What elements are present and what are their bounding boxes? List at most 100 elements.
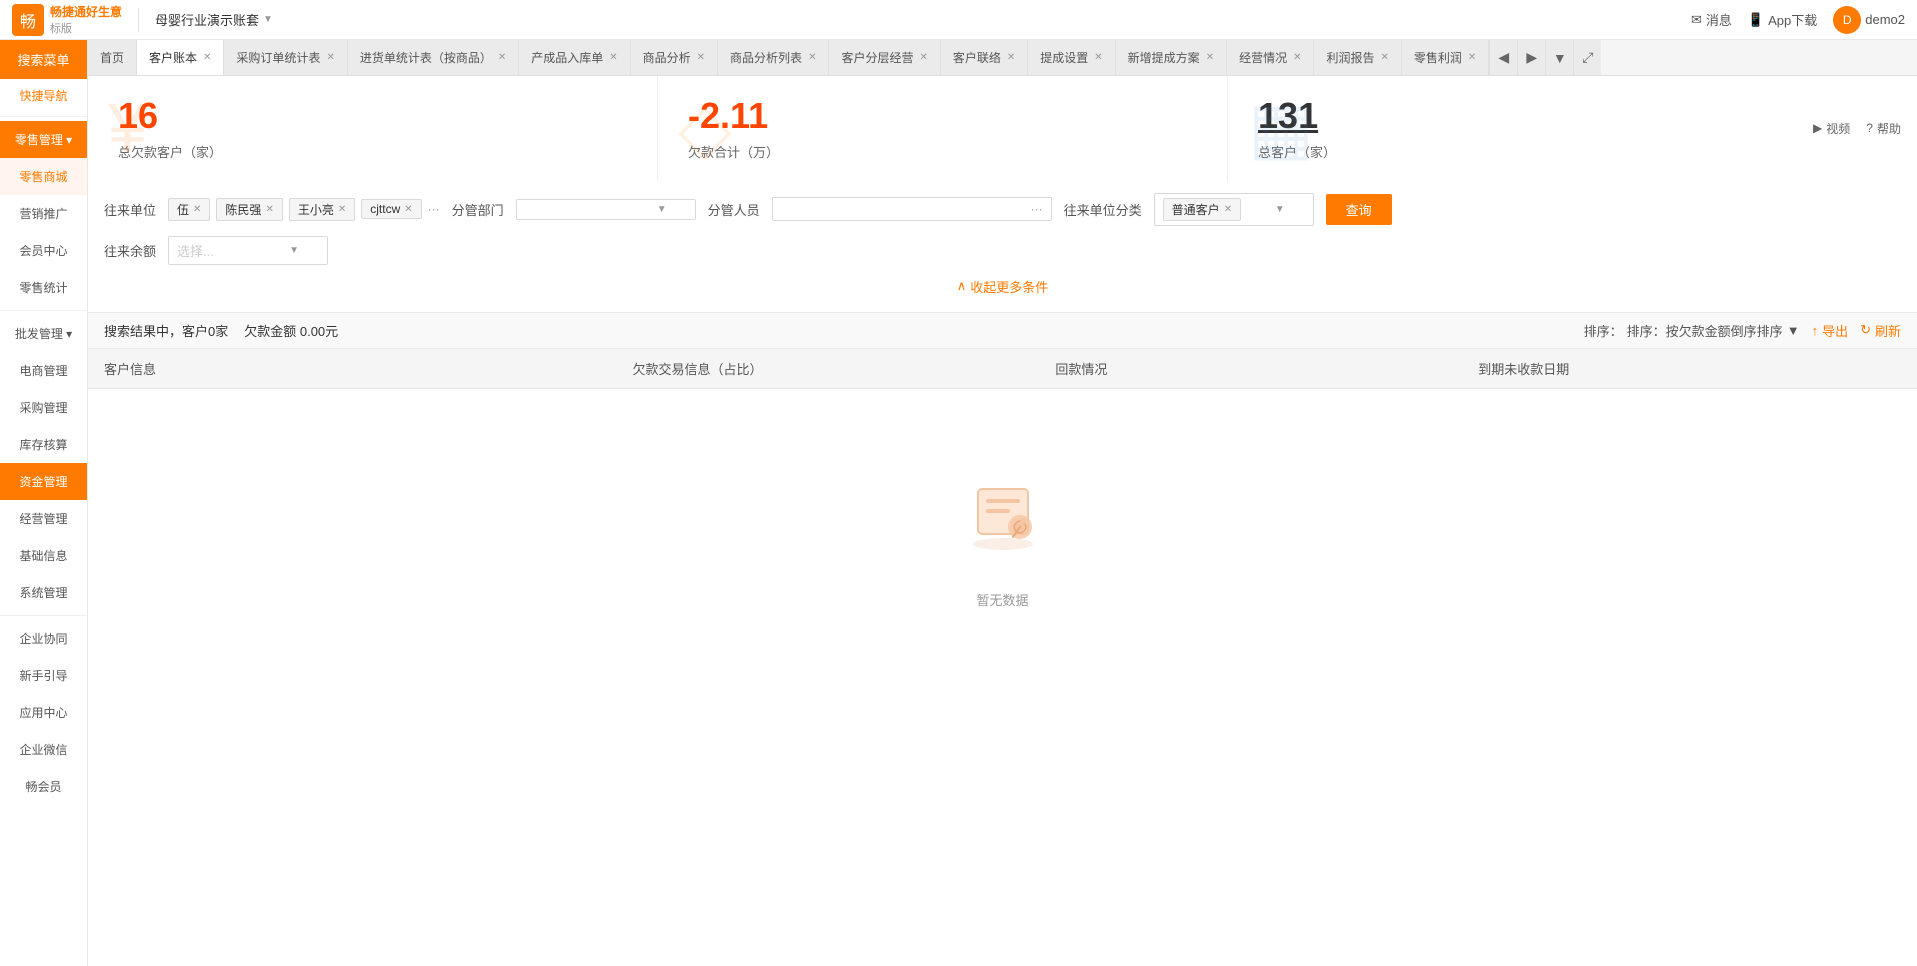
sidebar-item-ops[interactable]: 经营管理	[0, 500, 87, 537]
sidebar-item-marketing[interactable]: 营销推广	[0, 195, 87, 232]
logo-text: 畅捷通好生意 标版	[50, 3, 122, 36]
tab-home[interactable]: 首页	[88, 40, 137, 76]
tab-profit-report[interactable]: 利润报告 ✕	[1314, 40, 1401, 76]
video-link[interactable]: ▶ 视频	[1813, 120, 1850, 137]
tab-scroll-left[interactable]: ◀	[1489, 40, 1517, 76]
result-amount: 欠款金额 0.00元	[244, 321, 338, 340]
tab-customer-contact[interactable]: 客户联络 ✕	[941, 40, 1028, 76]
sidebar-item-retail-stats[interactable]: 零售统计	[0, 269, 87, 306]
sidebar-item-enterprise-wechat[interactable]: 企业微信	[0, 731, 87, 768]
chevron-down-icon: ▼	[263, 14, 273, 25]
message-icon: ✉	[1691, 12, 1702, 28]
tab-bar: 首页 客户账本 ✕ 采购订单统计表 ✕ 进货单统计表（按商品） ✕ 产成品入库单…	[88, 40, 1917, 76]
tab-close-product-analysis[interactable]: ✕	[697, 52, 705, 63]
tab-close-purchase-order[interactable]: ✕	[326, 52, 334, 63]
col-header-customer: 客户信息	[104, 359, 633, 378]
sidebar-item-ecommerce[interactable]: 电商管理	[0, 352, 87, 389]
messages-button[interactable]: ✉ 消息	[1691, 10, 1732, 29]
quick-nav-button[interactable]: 快捷导航	[0, 79, 87, 112]
filter-select-dept[interactable]: ▼	[516, 199, 696, 220]
tab-close-customer-contact[interactable]: ✕	[1007, 52, 1015, 63]
sidebar-item-purchase[interactable]: 采购管理	[0, 389, 87, 426]
tab-promotion-settings[interactable]: 提成设置 ✕	[1028, 40, 1115, 76]
tab-close-purchase-stats[interactable]: ✕	[498, 52, 506, 63]
filter-select-balance[interactable]: 选择... ▼	[168, 236, 328, 265]
top-bar-right: ✉ 消息 📱 App下载 D demo2	[1691, 6, 1905, 34]
tab-new-promotion[interactable]: 新增提成方案 ✕	[1116, 40, 1227, 76]
tab-product-analysis[interactable]: 商品分析 ✕	[631, 40, 718, 76]
filter-tag-close-chen[interactable]: ✕	[265, 204, 273, 215]
stat-card-debt: ◇ -2.11 欠款合计（万）	[658, 76, 1228, 181]
sidebar-item-new-guide[interactable]: 新手引导	[0, 657, 87, 694]
chevron-down-icon: ▼	[657, 204, 667, 215]
filter-tag-label: 王小亮	[298, 201, 334, 218]
filter-tag-close-wang[interactable]: ✕	[338, 204, 346, 215]
tab-close-product-analysis-list[interactable]: ✕	[808, 52, 816, 63]
tab-product-inbound[interactable]: 产成品入库单 ✕	[519, 40, 630, 76]
collapse-button[interactable]: ∧ 收起更多条件	[104, 273, 1901, 300]
page-content: ¥ 16 总欠款客户（家） ◇ -2.11 欠款合计（万） ▦ 131 总客	[88, 76, 1917, 966]
chevron-up-icon: ∧	[957, 278, 967, 294]
refresh-icon: ↻	[1860, 322, 1871, 338]
tab-close-product-inbound[interactable]: ✕	[609, 52, 617, 63]
col-header-repayment: 回款情况	[1055, 359, 1478, 378]
sort-select[interactable]: 排序： 排序：按欠款金额倒序排序 ▼	[1584, 321, 1800, 340]
sidebar-item-retail-store[interactable]: 零售商城	[0, 158, 87, 195]
export-button[interactable]: ↑ 导出	[1812, 321, 1849, 340]
sidebar-item-enterprise-coop[interactable]: 企业协同	[0, 620, 87, 657]
empty-icon	[958, 469, 1048, 578]
company-selector[interactable]: 母婴行业演示账套 ▼	[155, 10, 273, 29]
sidebar-item-retail-mgmt[interactable]: 零售管理 ▾	[0, 121, 87, 158]
sidebar-item-app-center[interactable]: 应用中心	[0, 694, 87, 731]
top-actions: ▶ 视频 ? 帮助	[1797, 76, 1917, 181]
tab-customer-tier[interactable]: 客户分层经营 ✕	[829, 40, 940, 76]
tab-close-customer-accounts[interactable]: ✕	[203, 52, 211, 63]
tab-close-retail-profit[interactable]: ✕	[1468, 52, 1476, 63]
help-link[interactable]: ? 帮助	[1866, 120, 1901, 137]
avatar: D	[1833, 6, 1861, 34]
filter-select-category[interactable]: 普通客户 ✕ ▼	[1154, 193, 1314, 226]
tab-retail-profit[interactable]: 零售利润 ✕	[1402, 40, 1489, 76]
tab-customer-accounts[interactable]: 客户账本 ✕	[137, 40, 224, 76]
tab-scroll-right[interactable]: ▶	[1517, 40, 1545, 76]
search-result-row: 搜索结果中，客户0家 欠款金额 0.00元 排序： 排序：按欠款金额倒序排序 ▼…	[88, 313, 1917, 349]
filter-tag-close-cjttcw[interactable]: ✕	[404, 204, 412, 215]
tab-business-status[interactable]: 经营情况 ✕	[1227, 40, 1314, 76]
tab-more[interactable]: ▼	[1545, 40, 1573, 76]
tab-purchase-order[interactable]: 采购订单统计表 ✕	[224, 40, 347, 76]
filter-row-2: 往来余额 选择... ▼	[104, 236, 1901, 265]
sidebar-item-inventory[interactable]: 库存核算	[0, 426, 87, 463]
tab-product-analysis-list[interactable]: 商品分析列表 ✕	[718, 40, 829, 76]
filter-tag-more[interactable]: ···	[428, 202, 440, 216]
query-button[interactable]: 查询	[1326, 194, 1392, 225]
tab-close-promotion-settings[interactable]: ✕	[1094, 52, 1102, 63]
sidebar-item-basic-info[interactable]: 基础信息	[0, 537, 87, 574]
stats-cards: ¥ 16 总欠款客户（家） ◇ -2.11 欠款合计（万） ▦ 131 总客	[88, 76, 1797, 181]
col-header-date: 到期未收款日期	[1478, 359, 1901, 378]
sidebar-item-batch-mgmt[interactable]: 批发管理 ▾	[0, 315, 87, 352]
tab-close-profit-report[interactable]: ✕	[1381, 52, 1389, 63]
tab-close-new-promotion[interactable]: ✕	[1206, 52, 1214, 63]
filter-tag-close-normal[interactable]: ✕	[1224, 204, 1232, 215]
filter-tag-close-wu[interactable]: ✕	[193, 204, 201, 215]
tab-close-business-status[interactable]: ✕	[1293, 52, 1301, 63]
filter-label-category: 往来单位分类	[1064, 200, 1142, 219]
filter-label-person: 分管人员	[708, 200, 760, 219]
search-menu-button[interactable]: 搜索菜单	[0, 40, 87, 79]
user-menu[interactable]: D demo2	[1833, 6, 1905, 34]
sidebar-item-finance[interactable]: 资金管理	[0, 463, 87, 500]
sidebar-item-sys[interactable]: 系统管理	[0, 574, 87, 611]
filter-input-person[interactable]: ···	[772, 197, 1052, 221]
filter-label-dept: 分管部门	[452, 200, 504, 219]
tab-maximize[interactable]: ⤢	[1573, 40, 1601, 76]
person-more-btn[interactable]: ···	[1031, 202, 1043, 216]
tab-close-customer-tier[interactable]: ✕	[919, 52, 927, 63]
refresh-button[interactable]: ↻ 刷新	[1860, 321, 1901, 340]
sort-label: 排序：	[1584, 321, 1623, 340]
app-download-button[interactable]: 📱 App下载	[1748, 10, 1817, 29]
filter-tag-chen: 陈民强 ✕	[216, 198, 282, 221]
sidebar-item-vip-member[interactable]: 畅会员	[0, 768, 87, 805]
sidebar-item-member-center[interactable]: 会员中心	[0, 232, 87, 269]
stat-card-customers: ¥ 16 总欠款客户（家）	[88, 76, 658, 181]
tab-purchase-stats[interactable]: 进货单统计表（按商品） ✕	[348, 40, 519, 76]
